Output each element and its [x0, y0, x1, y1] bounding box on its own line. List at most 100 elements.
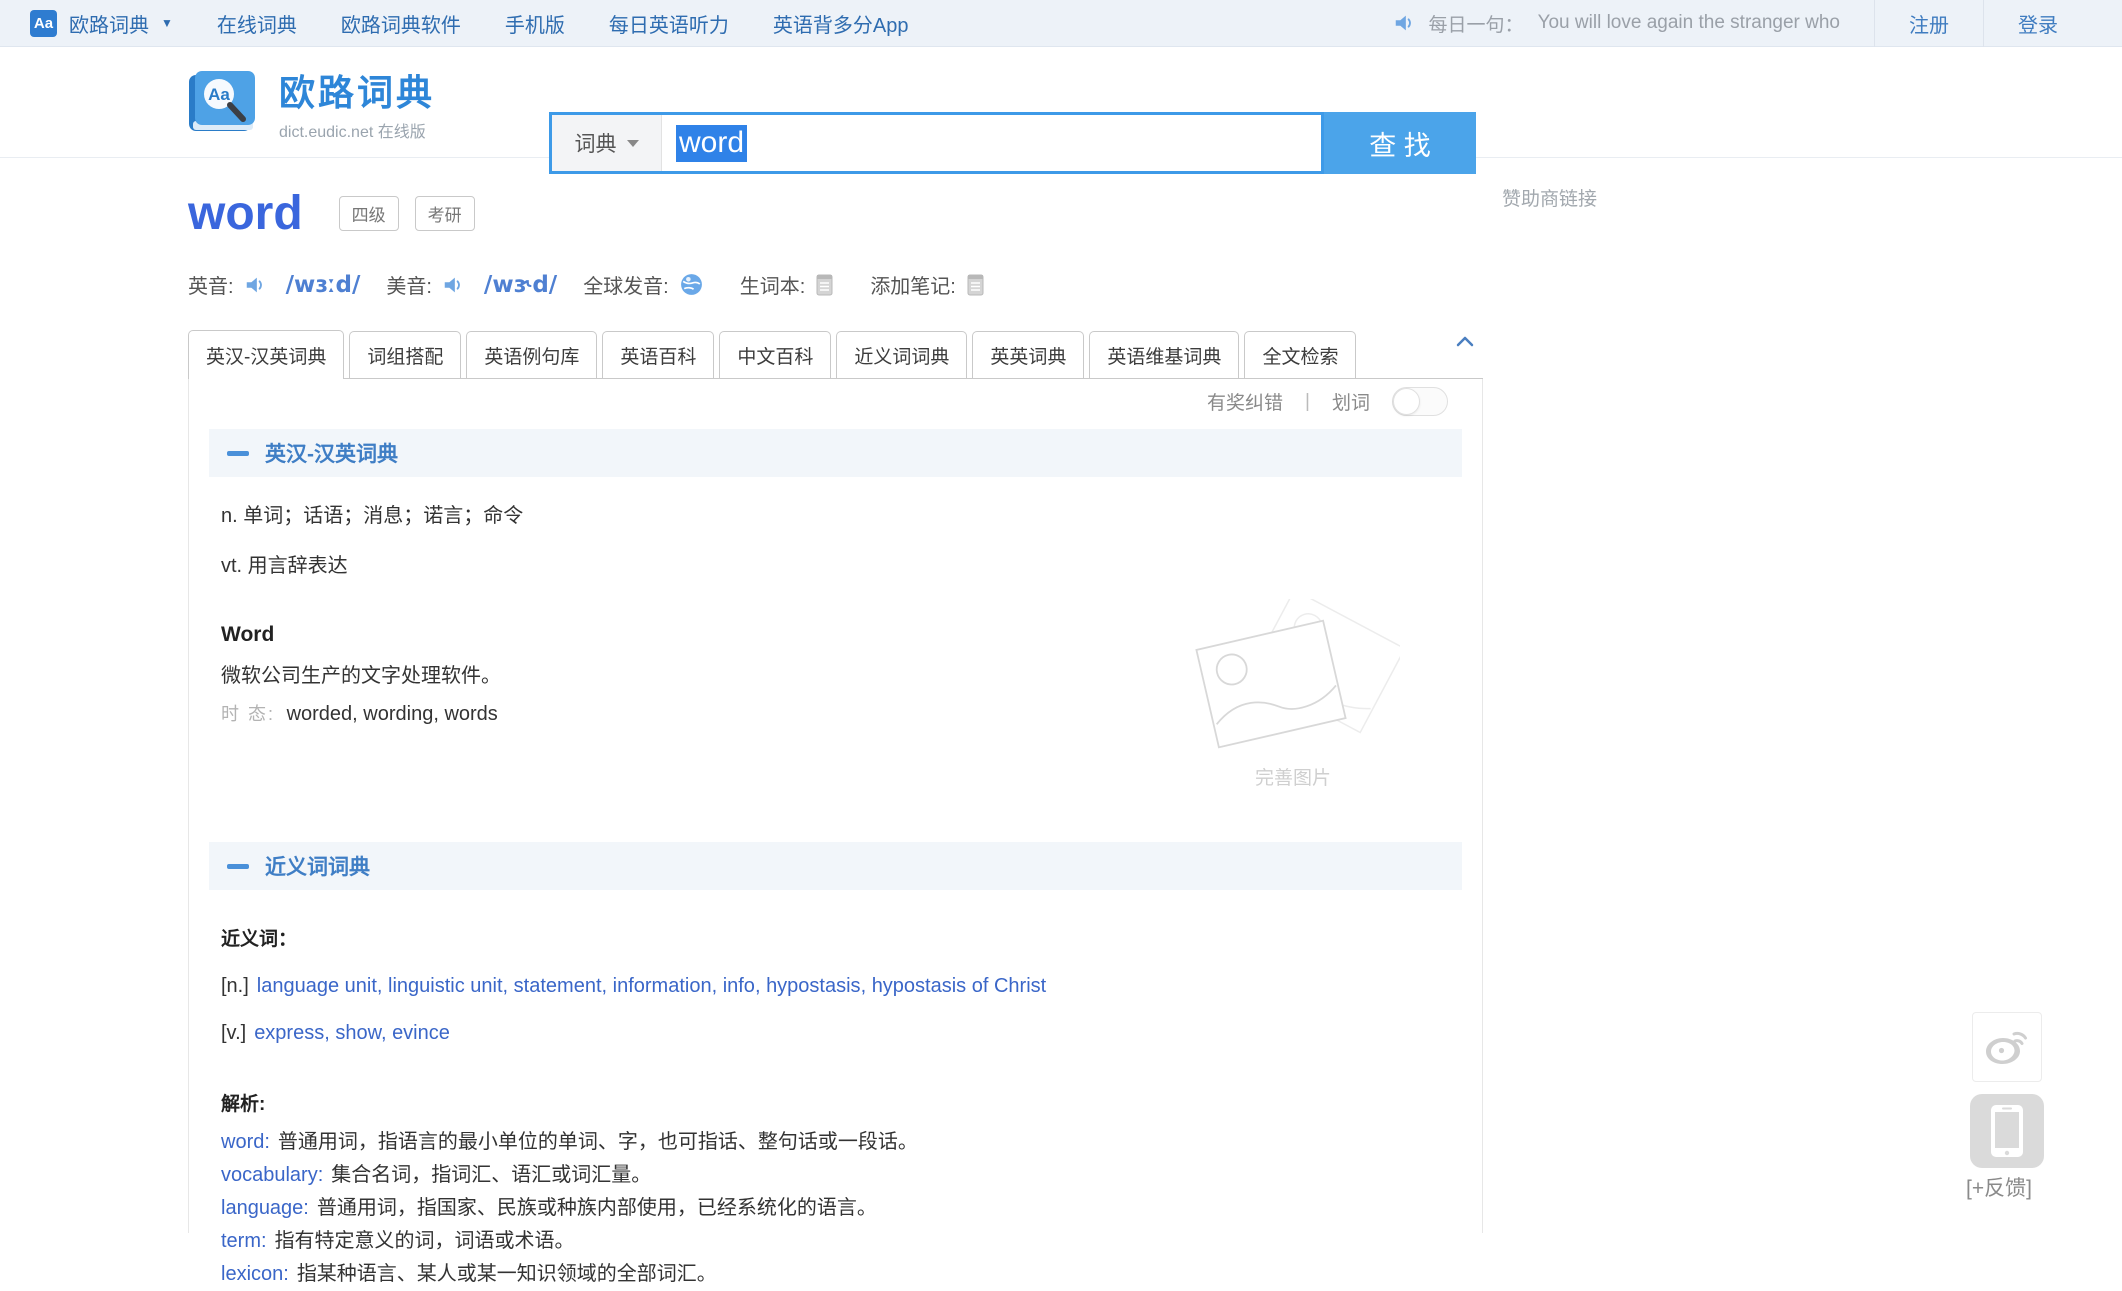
- daily-text: You will love again the stranger who: [1537, 12, 1840, 33]
- synonym-link-wrap: language unit: [257, 975, 388, 997]
- top-nav-link[interactable]: 英语背多分App: [773, 9, 909, 38]
- dictionary-tab[interactable]: 英语维基词典: [1089, 331, 1240, 378]
- search-button[interactable]: 查 找: [1324, 112, 1476, 174]
- word-head: word 四级 考研: [188, 186, 475, 241]
- section-dash-icon: [227, 450, 249, 456]
- collapse-chevron-icon[interactable]: [1455, 334, 1475, 348]
- dictionary-tab[interactable]: 英语百科: [602, 331, 715, 378]
- analysis-term-link[interactable]: term:: [221, 1230, 267, 1252]
- synonym-link[interactable]: statement: [514, 975, 602, 997]
- correction-link[interactable]: 有奖纠错: [1207, 388, 1283, 415]
- weibo-share-button[interactable]: [1972, 1012, 2042, 1082]
- section-dash-icon: [227, 863, 249, 869]
- analysis-term-link[interactable]: word:: [221, 1131, 270, 1153]
- brand-menu[interactable]: Aa 欧路词典 ▼: [30, 9, 173, 38]
- eudic-aa-icon: Aa: [30, 9, 57, 37]
- definition-line: vt. 用言辞表达: [221, 555, 348, 577]
- uk-phonetic[interactable]: /wɜːd/: [286, 272, 361, 298]
- svg-text:Aa: Aa: [208, 85, 230, 104]
- analysis-desc: 集合名词，指词汇、语汇或词汇量。: [331, 1164, 652, 1186]
- image-upload-placeholder[interactable]: 完善图片: [1186, 599, 1400, 790]
- analysis-line: word: 普通用词，指语言的最小单位的单词、字，也可指话、整句话或一段话。: [221, 1126, 1462, 1159]
- section-header-synonyms: 近义词词典: [209, 842, 1462, 890]
- synonym-link-wrap: info: [723, 975, 766, 997]
- dictionary-tab[interactable]: 英汉-汉英词典: [188, 330, 345, 379]
- synonym-link[interactable]: language unit: [257, 975, 377, 997]
- header: Aa 欧路词典 dict.eudic.net 在线版 词典 word 查 找: [0, 48, 2122, 174]
- definitions-block: n. 单词；话语；消息；诺言；命令 vt. 用言辞表达 Word 微软公司生产的…: [209, 477, 1462, 789]
- top-nav-link[interactable]: 欧路词典软件: [341, 9, 461, 38]
- synonym-link-wrap: statement: [514, 975, 613, 997]
- dictionary-tabs: 英汉-汉英词典 词组搭配 英语例句库 英语百科 中文百科 近义词词典 英英词典 …: [188, 330, 1483, 379]
- dictionary-tab[interactable]: 中文百科: [719, 331, 832, 378]
- search-area: 词典 word 查 找: [549, 112, 1476, 174]
- verb-synonyms: express show evince: [254, 1022, 450, 1044]
- dictionary-select[interactable]: 词典: [552, 115, 662, 171]
- synonyms-label: 近义词：: [221, 929, 298, 950]
- dictionary-tab[interactable]: 词组搭配: [349, 331, 462, 378]
- synonym-link[interactable]: show: [335, 1022, 381, 1044]
- exam-badge: 考研: [414, 196, 475, 231]
- logo-text: 欧路词典 dict.eudic.net 在线版: [279, 64, 435, 142]
- uk-speaker-icon[interactable]: [244, 274, 266, 296]
- search-input-selected-text: word: [676, 124, 748, 162]
- book-logo-icon: Aa: [189, 71, 255, 131]
- feedback-link[interactable]: [+反馈]: [1966, 1172, 2032, 1202]
- top-nav-link[interactable]: 手机版: [505, 9, 565, 38]
- login-link[interactable]: 登录: [1984, 9, 2092, 38]
- search-input[interactable]: word: [662, 115, 1321, 171]
- synonym-link-wrap: hypostasis of Christ: [872, 975, 1047, 997]
- synonym-noun-line: [n.] language unit linguistic unit statemen…: [221, 975, 1462, 998]
- analysis-desc: 普通用词，指国家、民族或种族内部使用，已经系统化的语言。: [316, 1197, 877, 1219]
- synonym-link-wrap: show: [335, 1022, 392, 1044]
- register-link[interactable]: 注册: [1875, 9, 1983, 38]
- noun-synonyms: language unit linguistic unit statement inf…: [257, 975, 1046, 997]
- synonym-link[interactable]: information: [613, 975, 712, 997]
- synonym-link[interactable]: hypostasis: [766, 975, 861, 997]
- synonym-verb-line: [v.] express show evince: [221, 1022, 1462, 1045]
- chevron-down-icon: [626, 139, 639, 147]
- analysis-label: 解析:: [221, 1094, 266, 1115]
- noun-tag: [n.]: [221, 975, 249, 997]
- wordbook-notebook-icon[interactable]: [815, 273, 834, 297]
- highlight-label: 划词: [1331, 393, 1370, 414]
- synonym-link[interactable]: evince: [392, 1022, 450, 1044]
- add-note-icon[interactable]: [966, 273, 985, 297]
- mobile-app-button[interactable]: [1970, 1094, 2044, 1168]
- analysis-term-link[interactable]: language:: [221, 1197, 309, 1219]
- synonym-link[interactable]: hypostasis of Christ: [872, 975, 1047, 997]
- analysis-list: word: 普通用词，指语言的最小单位的单词、字，也可指话、整句话或一段话。 vo…: [221, 1126, 1462, 1291]
- top-nav: Aa 欧路词典 ▼ 在线词典 欧路词典软件 手机版 每日英语听力 英语背多分Ap…: [30, 9, 908, 38]
- analysis-desc: 指某种语言、某人或某一知识领域的全部词汇。: [296, 1263, 717, 1285]
- synonym-link-wrap: linguistic unit: [388, 975, 514, 997]
- synonym-link[interactable]: info: [723, 975, 755, 997]
- dictionary-tab[interactable]: 全文检索: [1244, 331, 1357, 378]
- picture-frames-icon: [1195, 599, 1400, 749]
- logo-subtitle: dict.eudic.net 在线版: [279, 124, 426, 141]
- dictionary-tab[interactable]: 近义词词典: [836, 331, 968, 378]
- global-pron-label: 全球发音:: [583, 276, 669, 298]
- speaker-icon[interactable]: [1393, 12, 1415, 34]
- synonym-link-wrap: information: [613, 975, 723, 997]
- wordbook-label: 生词本:: [739, 276, 806, 298]
- analysis-line: language: 普通用词，指国家、民族或种族内部使用，已经系统化的语言。: [221, 1192, 1462, 1225]
- highlight-toggle[interactable]: [1392, 387, 1448, 416]
- wordbook-group: 生词本:: [740, 270, 845, 299]
- brand-label: 欧路词典: [69, 14, 149, 37]
- dictionary-tab[interactable]: 英英词典: [972, 331, 1085, 378]
- top-nav-items: 在线词典 欧路词典软件 手机版 每日英语听力 英语背多分App: [217, 9, 909, 38]
- eudic-logo[interactable]: Aa 欧路词典 dict.eudic.net 在线版: [183, 64, 435, 142]
- daily-sentence: 每日一句： You will love again the stranger w…: [1393, 10, 1874, 37]
- us-phonetic[interactable]: /wɝd/: [484, 272, 557, 298]
- analysis-term-link[interactable]: vocabulary:: [221, 1164, 323, 1186]
- top-nav-link[interactable]: 在线词典: [217, 9, 297, 38]
- top-bar: Aa 欧路词典 ▼ 在线词典 欧路词典软件 手机版 每日英语听力 英语背多分Ap…: [0, 0, 2122, 47]
- globe-icon[interactable]: [679, 272, 704, 297]
- top-nav-link[interactable]: 每日英语听力: [609, 9, 729, 38]
- dictionary-tab[interactable]: 英语例句库: [466, 331, 598, 378]
- synonym-link[interactable]: express: [254, 1022, 324, 1044]
- analysis-line: lexicon: 指某种语言、某人或某一知识领域的全部词汇。: [221, 1258, 1462, 1291]
- analysis-term-link[interactable]: lexicon:: [221, 1263, 289, 1285]
- us-speaker-icon[interactable]: [442, 274, 464, 296]
- synonym-link[interactable]: linguistic unit: [388, 975, 503, 997]
